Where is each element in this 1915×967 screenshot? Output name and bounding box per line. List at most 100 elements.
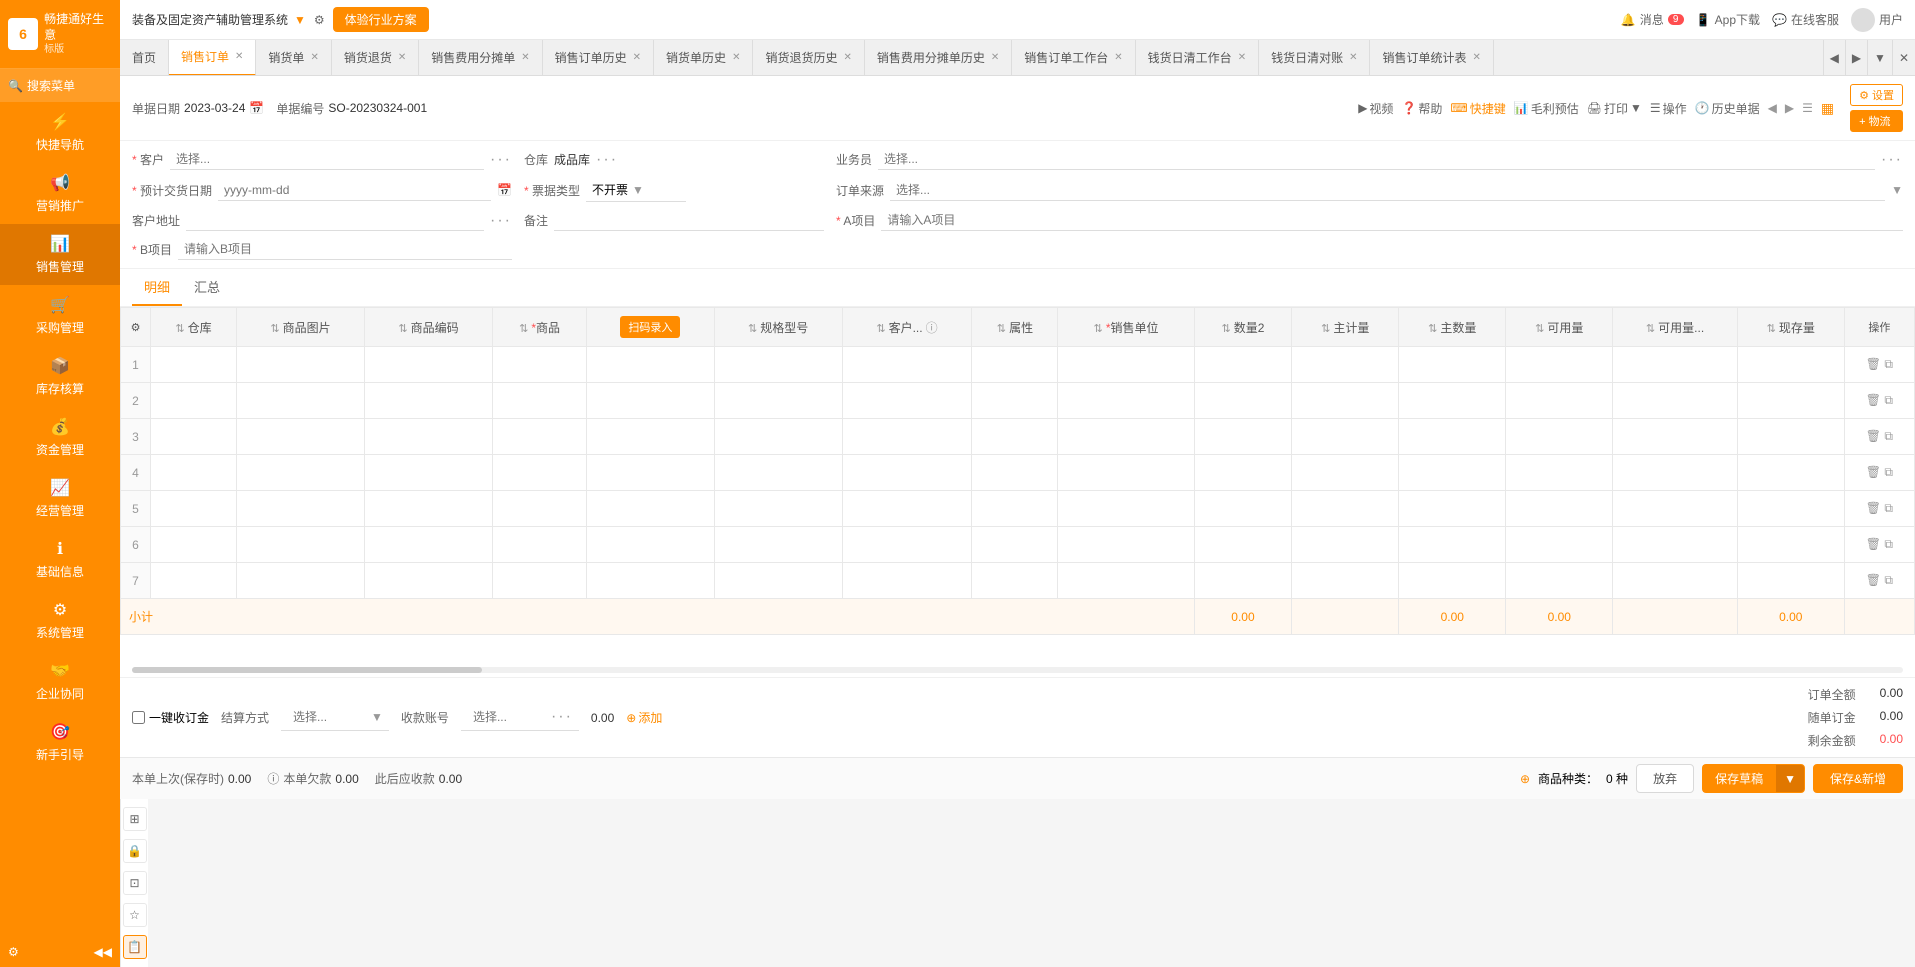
industry-btn[interactable]: 体验行业方案 <box>333 7 429 32</box>
row-warehouse-7[interactable] <box>151 563 237 599</box>
row-goods-3[interactable] <box>492 419 586 455</box>
tab-prev-arrow[interactable]: ◀ <box>1823 40 1845 76</box>
row-code-2[interactable] <box>365 383 493 419</box>
delete-icon[interactable]: 🗑 <box>1866 573 1881 587</box>
row-scan-2[interactable] <box>587 383 714 419</box>
tab-close-icon[interactable]: ✕ <box>235 51 243 62</box>
row-avail-qty-3[interactable] <box>1506 419 1613 455</box>
row-code-5[interactable] <box>365 491 493 527</box>
row-avail-qty2-1[interactable] <box>1613 347 1737 383</box>
row-avail-qty-4[interactable] <box>1506 455 1613 491</box>
settings-button[interactable]: ⚙ 设置 <box>1850 84 1903 106</box>
order-source-input[interactable] <box>890 180 1885 201</box>
one-click-checkbox[interactable]: 一键收订金 <box>132 709 209 726</box>
row-customer-2[interactable] <box>842 383 972 419</box>
gear-settings-icon[interactable]: ⚙ <box>314 13 325 27</box>
view-btn[interactable]: ▶ 视频 <box>1358 100 1393 117</box>
customer-address-more-icon[interactable]: ··· <box>490 212 512 230</box>
sidebar-item-inventory[interactable]: 📦 库存核算 <box>0 346 120 407</box>
receipt-account-select[interactable]: ··· <box>461 704 579 731</box>
row-goods-4[interactable] <box>492 455 586 491</box>
list-view-icon[interactable]: ☰ <box>1802 101 1813 115</box>
payment-method-input[interactable] <box>287 707 367 727</box>
row-main-unit-7[interactable] <box>1292 563 1399 599</box>
row-attr-7[interactable] <box>972 563 1058 599</box>
delete-icon[interactable]: 🗑 <box>1866 537 1881 551</box>
row-avail-qty2-4[interactable] <box>1613 455 1737 491</box>
customer-more-icon[interactable]: ··· <box>490 151 512 169</box>
tab-close-icon[interactable]: ✕ <box>732 52 740 63</box>
row-unit-6[interactable] <box>1058 527 1194 563</box>
row-avail-qty2-2[interactable] <box>1613 383 1737 419</box>
row-spec-3[interactable] <box>714 419 842 455</box>
row-avail-qty-1[interactable] <box>1506 347 1613 383</box>
row-unit-3[interactable] <box>1058 419 1194 455</box>
tab-close-icon[interactable]: ✕ <box>633 52 641 63</box>
copy-icon[interactable]: ⧉ <box>1884 537 1893 551</box>
row-qty2-7[interactable] <box>1194 563 1292 599</box>
row-qty2-1[interactable] <box>1194 347 1292 383</box>
tab-more-arrow[interactable]: ▼ <box>1867 40 1892 76</box>
single-no-value[interactable]: SO-20230324-001 <box>328 101 427 115</box>
row-main-unit-6[interactable] <box>1292 527 1399 563</box>
delete-icon[interactable]: 🗑 <box>1866 465 1881 479</box>
row-current-qty-5[interactable] <box>1737 491 1844 527</box>
row-current-qty-7[interactable] <box>1737 563 1844 599</box>
help-btn[interactable]: ❓ 帮助 <box>1401 100 1442 117</box>
row-customer-6[interactable] <box>842 527 972 563</box>
detail-tab-detail[interactable]: 明细 <box>132 269 182 306</box>
sidebar-item-finance[interactable]: 💰 资金管理 <box>0 407 120 468</box>
save-new-button[interactable]: 保存&新增 <box>1813 764 1903 793</box>
single-date-value[interactable]: 2023-03-24 <box>184 101 245 115</box>
row-avail-qty-7[interactable] <box>1506 563 1613 599</box>
sidebar-item-system[interactable]: ⚙ 系统管理 <box>0 590 120 651</box>
row-customer-7[interactable] <box>842 563 972 599</box>
one-click-check[interactable] <box>132 711 145 724</box>
delivery-calendar-icon[interactable]: 📅 <box>497 183 512 197</box>
row-customer-1[interactable] <box>842 347 972 383</box>
row-main-qty-2[interactable] <box>1399 383 1506 419</box>
save-draft-button[interactable]: 保存草稿 <box>1702 764 1775 793</box>
form-view-icon[interactable]: ▦ <box>1821 100 1834 117</box>
warehouse-value[interactable]: 成品库 <box>554 151 590 168</box>
table-scrollbar[interactable] <box>120 663 1915 677</box>
sidebar-item-basic-info[interactable]: ℹ 基础信息 <box>0 529 120 590</box>
row-spec-1[interactable] <box>714 347 842 383</box>
tab-close-icon[interactable]: ✕ <box>1349 52 1357 63</box>
tab-close-icon[interactable]: ✕ <box>843 52 851 63</box>
sidebar-item-guide[interactable]: 🎯 新手引导 <box>0 712 120 773</box>
shortcut-btn[interactable]: ⌨ 快捷键 <box>1450 100 1505 117</box>
sidebar-settings-icon[interactable]: ⚙ <box>8 945 19 959</box>
row-image-1[interactable] <box>237 347 365 383</box>
row-warehouse-4[interactable] <box>151 455 237 491</box>
right-tool-5[interactable]: 📋 <box>123 935 147 959</box>
row-scan-4[interactable] <box>587 455 714 491</box>
row-goods-6[interactable] <box>492 527 586 563</box>
row-image-7[interactable] <box>237 563 365 599</box>
row-current-qty-6[interactable] <box>1737 527 1844 563</box>
a-project-input[interactable] <box>881 210 1903 231</box>
row-main-qty-3[interactable] <box>1399 419 1506 455</box>
row-avail-qty-6[interactable] <box>1506 527 1613 563</box>
history-btn[interactable]: 🕐 历史单据 <box>1695 100 1760 117</box>
row-unit-4[interactable] <box>1058 455 1194 491</box>
row-unit-1[interactable] <box>1058 347 1194 383</box>
row-goods-5[interactable] <box>492 491 586 527</box>
right-tool-1[interactable]: ⊞ <box>123 807 147 831</box>
row-spec-6[interactable] <box>714 527 842 563</box>
tab-cash-reconcile[interactable]: 钱货日清对账 ✕ <box>1259 40 1370 76</box>
customer-address-input[interactable] <box>186 210 484 231</box>
row-main-unit-1[interactable] <box>1292 347 1399 383</box>
row-scan-6[interactable] <box>587 527 714 563</box>
tab-close-icon[interactable]: ✕ <box>991 52 999 63</box>
copy-icon[interactable]: ⧉ <box>1884 393 1893 407</box>
tab-sales-return[interactable]: 销货退货 ✕ <box>332 40 419 76</box>
calendar-icon[interactable]: 📅 <box>249 101 264 115</box>
row-goods-2[interactable] <box>492 383 586 419</box>
scrollbar-thumb[interactable] <box>132 667 482 673</box>
row-scan-3[interactable] <box>587 419 714 455</box>
save-draft-arrow-button[interactable]: ▼ <box>1775 764 1805 793</box>
row-image-5[interactable] <box>237 491 365 527</box>
row-avail-qty-2[interactable] <box>1506 383 1613 419</box>
row-scan-1[interactable] <box>587 347 714 383</box>
